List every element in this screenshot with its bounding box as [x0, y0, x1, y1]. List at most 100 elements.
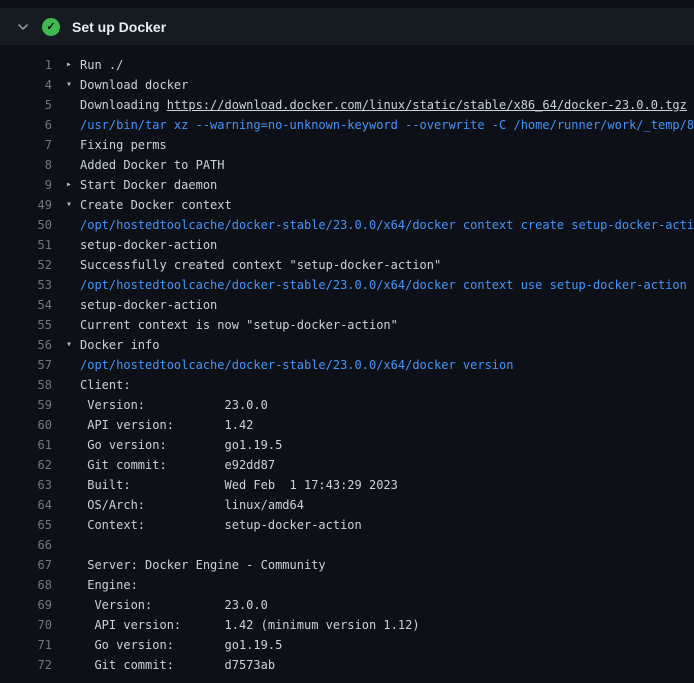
- line-number[interactable]: 62: [0, 455, 52, 475]
- log-text-segment: Start Docker daemon: [80, 178, 217, 192]
- triangle-right-icon[interactable]: ▸: [66, 175, 80, 195]
- line-number[interactable]: 66: [0, 535, 52, 555]
- log-text: Built: Wed Feb 1 17:43:29 2023: [80, 475, 694, 495]
- step-header[interactable]: ✓ Set up Docker: [0, 8, 694, 45]
- arrow-spacer: [66, 555, 80, 575]
- log-line: 52 Successfully created context "setup-do…: [0, 255, 694, 275]
- log-text-segment: Git commit: e92dd87: [80, 458, 275, 472]
- line-number[interactable]: 60: [0, 415, 52, 435]
- log-group-header-row[interactable]: 4 ▾Download docker: [0, 75, 694, 95]
- arrow-spacer: [66, 615, 80, 635]
- log-text: Context: setup-docker-action: [80, 515, 694, 535]
- log-text-segment: Git commit: d7573ab: [80, 658, 275, 672]
- line-number[interactable]: 70: [0, 615, 52, 635]
- arrow-spacer: [66, 355, 80, 375]
- log-text-segment: Fixing perms: [80, 138, 167, 152]
- log-text-segment: Download docker: [80, 78, 188, 92]
- triangle-right-icon[interactable]: ▸: [66, 55, 80, 75]
- log-text: Server: Docker Engine - Community: [80, 555, 694, 575]
- line-number[interactable]: 57: [0, 355, 52, 375]
- log-text: API version: 1.42: [80, 415, 694, 435]
- line-number[interactable]: 65: [0, 515, 52, 535]
- log-link[interactable]: https://download.docker.com/linux/static…: [167, 98, 687, 112]
- log-text: Successfully created context "setup-dock…: [80, 255, 694, 275]
- log-text-segment: Client:: [80, 378, 131, 392]
- log-group-header-row[interactable]: 56▾Docker info: [0, 335, 694, 355]
- triangle-down-icon[interactable]: ▾: [66, 195, 80, 215]
- line-number[interactable]: 53: [0, 275, 52, 295]
- log-line: 72 Git commit: d7573ab: [0, 655, 694, 675]
- line-number[interactable]: 5: [0, 95, 52, 115]
- log-text: Downloading https://download.docker.com/…: [80, 95, 694, 115]
- log-line: 60 API version: 1.42: [0, 415, 694, 435]
- log-text-segment: Engine:: [80, 578, 138, 592]
- log-text: /usr/bin/tar xz --warning=no-unknown-key…: [80, 115, 694, 135]
- arrow-spacer: [66, 375, 80, 395]
- success-check-circle-icon: ✓: [42, 18, 60, 36]
- log-line: 70 API version: 1.42 (minimum version 1.…: [0, 615, 694, 635]
- log-line: 6/usr/bin/tar xz --warning=no-unknown-ke…: [0, 115, 694, 135]
- line-number[interactable]: 72: [0, 655, 52, 675]
- log-text: /opt/hostedtoolcache/docker-stable/23.0.…: [80, 275, 694, 295]
- line-number[interactable]: 54: [0, 295, 52, 315]
- line-number[interactable]: 71: [0, 635, 52, 655]
- arrow-spacer: [66, 275, 80, 295]
- log-group-header-row[interactable]: 1 ▸Run ./: [0, 55, 694, 75]
- triangle-down-icon[interactable]: ▾: [66, 75, 80, 95]
- log-text: setup-docker-action: [80, 235, 694, 255]
- line-number[interactable]: 63: [0, 475, 52, 495]
- line-number[interactable]: 61: [0, 435, 52, 455]
- line-number[interactable]: 8: [0, 155, 52, 175]
- log-line: 65 Context: setup-docker-action: [0, 515, 694, 535]
- log-line: 63 Built: Wed Feb 1 17:43:29 2023: [0, 475, 694, 495]
- log-text-segment: Version: 23.0.0: [80, 398, 268, 412]
- log-text: Go version: go1.19.5: [80, 435, 694, 455]
- line-number[interactable]: 4: [0, 75, 52, 95]
- line-number[interactable]: 1: [0, 55, 52, 75]
- line-number[interactable]: 69: [0, 595, 52, 615]
- arrow-spacer: [66, 595, 80, 615]
- line-number[interactable]: 49: [0, 195, 52, 215]
- arrow-spacer: [66, 635, 80, 655]
- log-text-segment: setup-docker-action: [80, 298, 217, 312]
- log-text: Git commit: d7573ab: [80, 655, 694, 675]
- log-text: Run ./: [80, 55, 694, 75]
- line-number[interactable]: 58: [0, 375, 52, 395]
- line-number[interactable]: 52: [0, 255, 52, 275]
- log-text-segment: API version: 1.42: [80, 418, 253, 432]
- line-number[interactable]: 7: [0, 135, 52, 155]
- line-number[interactable]: 67: [0, 555, 52, 575]
- line-number[interactable]: 9: [0, 175, 52, 195]
- line-number[interactable]: 6: [0, 115, 52, 135]
- line-number[interactable]: 59: [0, 395, 52, 415]
- chevron-down-icon[interactable]: [16, 20, 30, 34]
- log-text-segment: Successfully created context "setup-dock…: [80, 258, 441, 272]
- line-number[interactable]: 68: [0, 575, 52, 595]
- log-group-header-row[interactable]: 9 ▸Start Docker daemon: [0, 175, 694, 195]
- log-text: Download docker: [80, 75, 694, 95]
- log-text: Added Docker to PATH: [80, 155, 694, 175]
- line-number[interactable]: 64: [0, 495, 52, 515]
- log-text-segment: Added Docker to PATH: [80, 158, 225, 172]
- log-text: API version: 1.42 (minimum version 1.12): [80, 615, 694, 635]
- arrow-spacer: [66, 255, 80, 275]
- arrow-spacer: [66, 295, 80, 315]
- log-text: Git commit: e92dd87: [80, 455, 694, 475]
- log-text-segment: Built: Wed Feb 1 17:43:29 2023: [80, 478, 398, 492]
- triangle-down-icon[interactable]: ▾: [66, 335, 80, 355]
- log-text-segment: Go version: go1.19.5: [80, 638, 282, 652]
- log-text: /opt/hostedtoolcache/docker-stable/23.0.…: [80, 215, 694, 235]
- log-text: Current context is now "setup-docker-act…: [80, 315, 694, 335]
- log-line: 50/opt/hostedtoolcache/docker-stable/23.…: [0, 215, 694, 235]
- log-text-segment: /opt/hostedtoolcache/docker-stable/23.0.…: [80, 218, 694, 232]
- line-number[interactable]: 55: [0, 315, 52, 335]
- line-number[interactable]: 56: [0, 335, 52, 355]
- log-group-header-row[interactable]: 49▾Create Docker context: [0, 195, 694, 215]
- log-line: 71 Go version: go1.19.5: [0, 635, 694, 655]
- log-text-segment: Run ./: [80, 58, 123, 72]
- step-title: Set up Docker: [72, 19, 166, 35]
- line-number[interactable]: 50: [0, 215, 52, 235]
- log-text-segment: Context: setup-docker-action: [80, 518, 362, 532]
- log-text: [80, 535, 694, 555]
- line-number[interactable]: 51: [0, 235, 52, 255]
